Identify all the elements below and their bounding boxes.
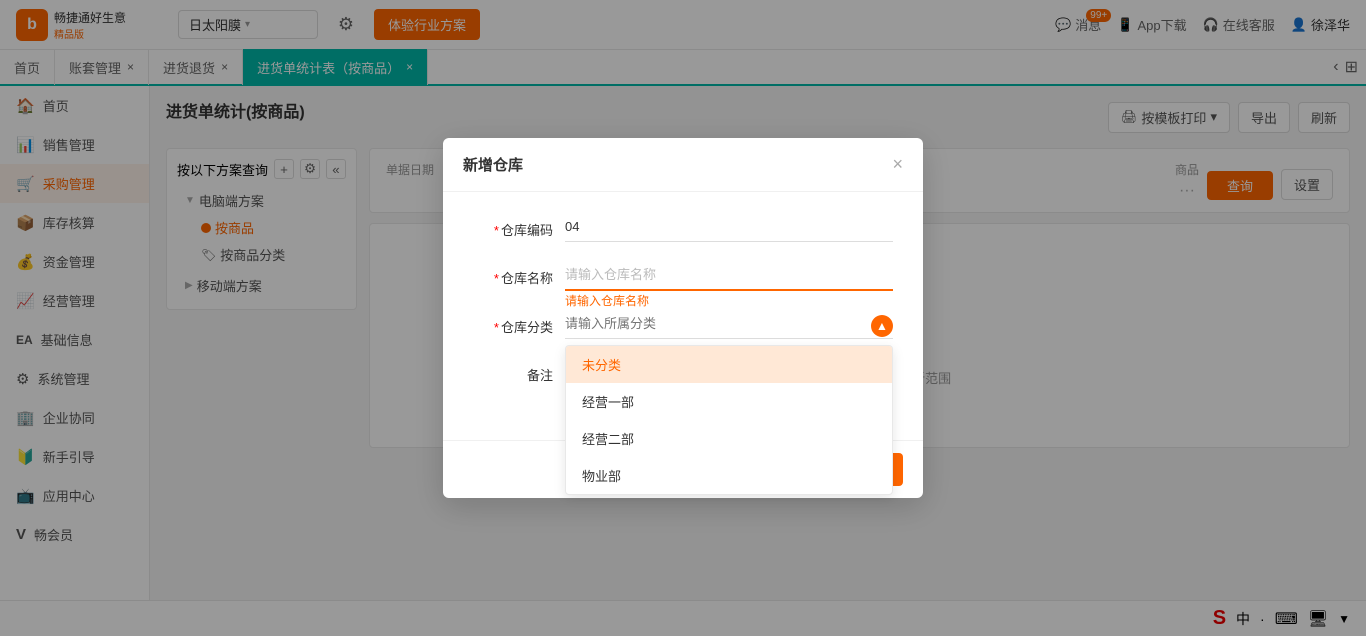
name-label: *仓库名称 [473, 260, 553, 287]
modal-body: *仓库编码 *仓库名称 请输入仓库名称 *仓库分类 [443, 192, 923, 440]
category-dropdown-list: 未分类 经营一部 经营二部 物业部 [565, 345, 893, 495]
modal-close-button[interactable]: × [892, 154, 903, 175]
code-label: *仓库编码 [473, 212, 553, 239]
dropdown-item-unclassified[interactable]: 未分类 [566, 346, 892, 383]
dropdown-item-ops1[interactable]: 经营一部 [566, 383, 892, 420]
note-label: 备注 [473, 357, 553, 384]
dropdown-item-property[interactable]: 物业部 [566, 457, 892, 494]
category-label: *仓库分类 [473, 309, 553, 336]
category-input[interactable] [565, 309, 893, 339]
name-error-message: 请输入仓库名称 [565, 292, 649, 309]
required-mark: * [494, 223, 499, 238]
modal-header: 新增仓库 × [443, 138, 923, 192]
modal-overlay: 新增仓库 × *仓库编码 *仓库名称 请输入仓库名称 [0, 0, 1366, 636]
category-dropdown-arrow[interactable]: ▲ [871, 315, 893, 337]
modal-title: 新增仓库 [463, 154, 523, 175]
add-warehouse-modal: 新增仓库 × *仓库编码 *仓库名称 请输入仓库名称 [443, 138, 923, 498]
name-input[interactable] [565, 260, 893, 291]
name-field-row: *仓库名称 请输入仓库名称 [473, 260, 893, 291]
dropdown-item-ops2[interactable]: 经营二部 [566, 420, 892, 457]
code-field-row: *仓库编码 [473, 212, 893, 242]
category-select-wrapper: ▲ 未分类 经营一部 经营二部 物业部 [565, 309, 893, 339]
category-field-row: *仓库分类 ▲ 未分类 经营一部 经营二部 物业部 [473, 309, 893, 339]
code-input[interactable] [565, 212, 893, 242]
